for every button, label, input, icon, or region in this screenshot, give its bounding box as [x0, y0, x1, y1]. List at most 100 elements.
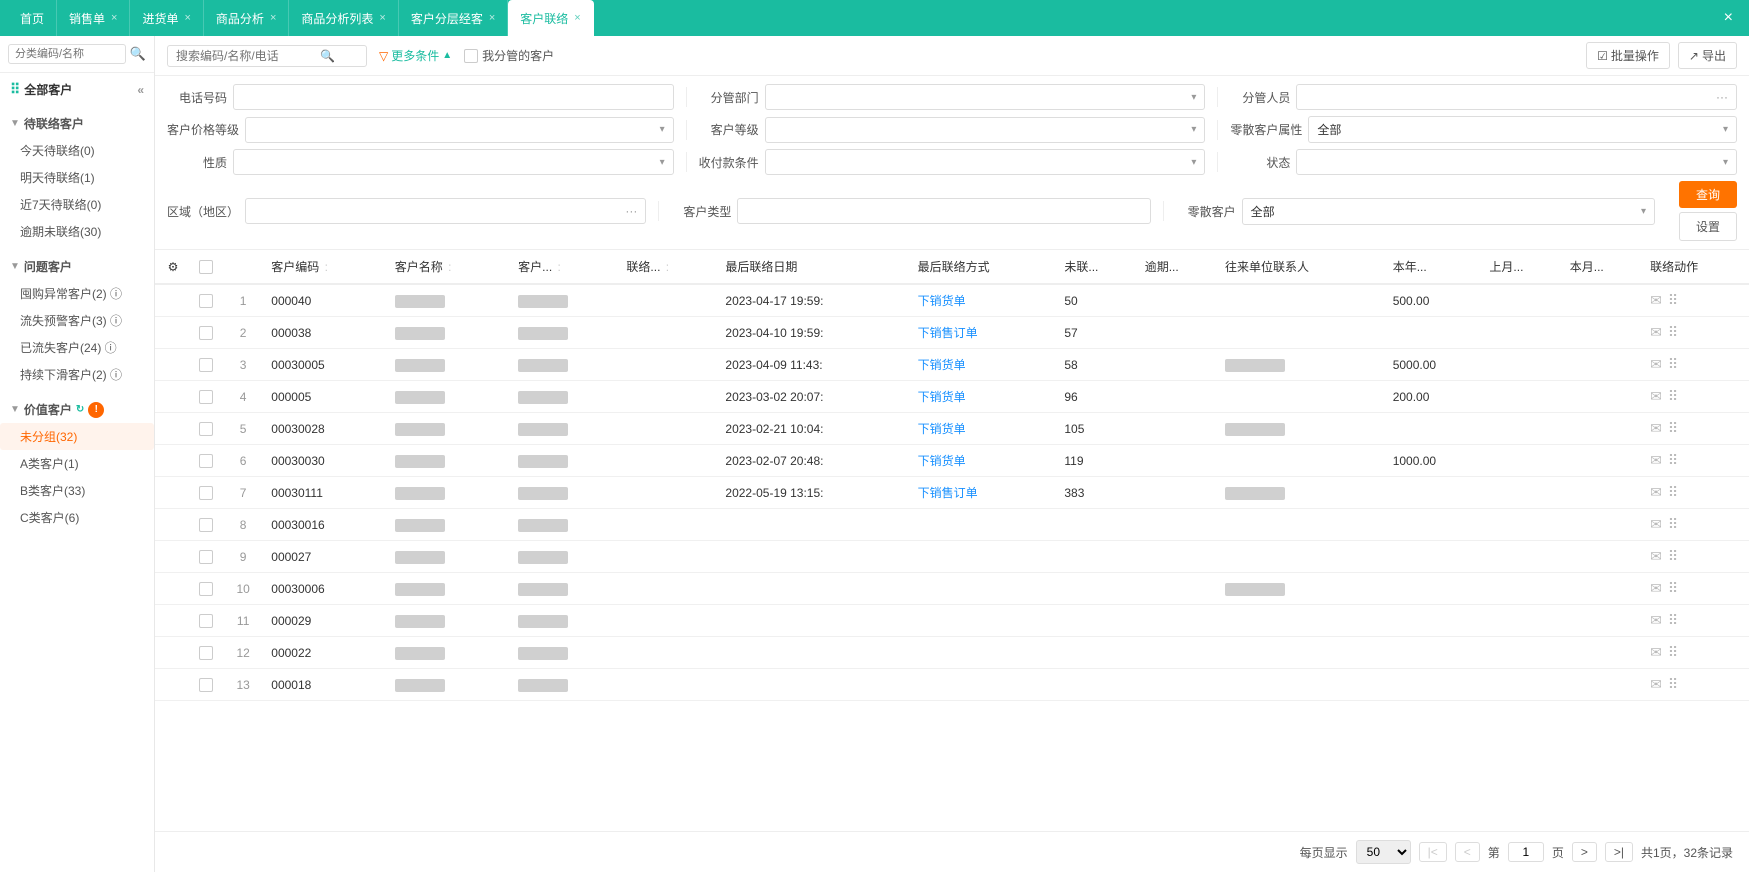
- select-person[interactable]: ···: [1296, 84, 1737, 110]
- grid-action-icon[interactable]: ⠿: [1668, 484, 1678, 501]
- col-check-cell[interactable]: [191, 317, 221, 349]
- grid-action-icon[interactable]: ⠿: [1668, 292, 1678, 309]
- sidebar-item-7days[interactable]: 近7天待联络(0): [0, 191, 154, 218]
- tab-close-icon[interactable]: ×: [111, 12, 117, 24]
- select-retail-customer[interactable]: 全部 ▾: [1242, 198, 1655, 225]
- tab-product-analysis-list[interactable]: 商品分析列表 ×: [289, 0, 398, 36]
- my-customers-checkbox[interactable]: 我分管的客户: [464, 47, 554, 64]
- col-check-all[interactable]: [191, 250, 221, 284]
- col-last-contact-method-cell[interactable]: 下销货单: [912, 284, 1059, 317]
- sidebar-item-class-b[interactable]: B类客户(33): [0, 477, 154, 504]
- grid-action-icon[interactable]: ⠿: [1668, 356, 1678, 373]
- grid-action-icon[interactable]: ⠿: [1668, 420, 1678, 437]
- message-icon[interactable]: ✉: [1650, 452, 1662, 469]
- message-icon[interactable]: ✉: [1650, 580, 1662, 597]
- col-check-cell[interactable]: [191, 477, 221, 509]
- col-check-cell[interactable]: [191, 669, 221, 701]
- col-last-contact-method-cell[interactable]: [912, 541, 1059, 573]
- grid-action-icon[interactable]: ⠿: [1668, 548, 1678, 565]
- message-icon[interactable]: ✉: [1650, 324, 1662, 341]
- tab-customer-contact[interactable]: 客户联络 ×: [508, 0, 593, 36]
- refresh-icon[interactable]: ↻: [76, 404, 84, 415]
- select-region[interactable]: ···: [245, 198, 646, 224]
- col-check-cell[interactable]: [191, 573, 221, 605]
- group-value-customers[interactable]: ▼ 价值客户 ↻ !: [0, 396, 154, 423]
- sidebar-item-declining[interactable]: 持续下滑客户(2) ⓘ: [0, 361, 154, 388]
- col-check-cell[interactable]: [191, 381, 221, 413]
- page-input[interactable]: [1508, 842, 1544, 862]
- next-page-button[interactable]: >: [1572, 842, 1597, 862]
- grid-action-icon[interactable]: ⠿: [1668, 324, 1678, 341]
- tab-close-icon[interactable]: ×: [184, 12, 190, 24]
- input-phone[interactable]: [233, 84, 674, 110]
- tab-customer-segment[interactable]: 客户分层经客 ×: [399, 0, 508, 36]
- sidebar-search-icon[interactable]: 🔍: [130, 46, 146, 62]
- col-associated-contact-header[interactable]: 往来单位联系人: [1219, 250, 1387, 284]
- message-icon[interactable]: ✉: [1650, 676, 1662, 693]
- tab-close-icon[interactable]: ×: [270, 12, 276, 24]
- col-this-month-header[interactable]: 本月...: [1564, 250, 1644, 284]
- col-overdue-header[interactable]: 逾期...: [1139, 250, 1219, 284]
- per-page-select[interactable]: 50 100: [1356, 840, 1411, 864]
- sidebar-item-churn-warning[interactable]: 流失预警客户(3) ⓘ: [0, 307, 154, 334]
- grid-action-icon[interactable]: ⠿: [1668, 516, 1678, 533]
- col-last-contact-method-cell[interactable]: 下销货单: [912, 349, 1059, 381]
- message-icon[interactable]: ✉: [1650, 356, 1662, 373]
- batch-operation-button[interactable]: ☑ 批量操作: [1586, 42, 1670, 69]
- col-last-contact-method-cell[interactable]: 下销售订单: [912, 317, 1059, 349]
- message-icon[interactable]: ✉: [1650, 388, 1662, 405]
- col-last-contact-method-cell[interactable]: [912, 669, 1059, 701]
- col-code-header[interactable]: 客户编码 :: [265, 250, 388, 284]
- sidebar-item-tomorrow[interactable]: 明天待联络(1): [0, 164, 154, 191]
- col-last-contact-date-header[interactable]: 最后联络日期: [719, 250, 911, 284]
- col-no-contact-header[interactable]: 未联...: [1058, 250, 1138, 284]
- message-icon[interactable]: ✉: [1650, 644, 1662, 661]
- col-last-contact-method-cell[interactable]: [912, 605, 1059, 637]
- col-check-cell[interactable]: [191, 284, 221, 317]
- col-last-contact-method-cell[interactable]: [912, 573, 1059, 605]
- col-check-cell[interactable]: [191, 413, 221, 445]
- message-icon[interactable]: ✉: [1650, 548, 1662, 565]
- col-last-contact-method-cell[interactable]: 下销货单: [912, 381, 1059, 413]
- tab-product-analysis[interactable]: 商品分析 ×: [204, 0, 289, 36]
- col-category-header[interactable]: 客户... :: [512, 250, 620, 284]
- select-customer-level[interactable]: ▾: [765, 117, 1206, 143]
- sidebar-item-unclassified[interactable]: 未分组(32): [0, 423, 154, 450]
- tab-purchase-order[interactable]: 进货单 ×: [130, 0, 203, 36]
- tab-close-icon[interactable]: ×: [574, 12, 580, 24]
- message-icon[interactable]: ✉: [1650, 292, 1662, 309]
- select-nature[interactable]: ▾: [233, 149, 674, 175]
- checkbox-icon[interactable]: [464, 49, 478, 63]
- tab-home[interactable]: 首页: [8, 0, 57, 36]
- col-check-cell[interactable]: [191, 637, 221, 669]
- reset-button[interactable]: 设置: [1679, 212, 1737, 241]
- grid-action-icon[interactable]: ⠿: [1668, 388, 1678, 405]
- message-icon[interactable]: ✉: [1650, 484, 1662, 501]
- first-page-button[interactable]: |<: [1419, 842, 1447, 862]
- sidebar-item-overdue[interactable]: 逾期未联络(30): [0, 218, 154, 245]
- sidebar-item-class-a[interactable]: A类客户(1): [0, 450, 154, 477]
- last-page-button[interactable]: >|: [1605, 842, 1633, 862]
- col-check-cell[interactable]: [191, 541, 221, 573]
- input-customer-type[interactable]: [737, 198, 1150, 224]
- search-icon[interactable]: 🔍: [320, 49, 335, 63]
- sidebar-all-customers[interactable]: ⠿ 全部客户 «: [0, 73, 154, 106]
- sidebar-item-today[interactable]: 今天待联络(0): [0, 137, 154, 164]
- select-payment[interactable]: ▾: [765, 149, 1206, 175]
- col-last-contact-method-cell[interactable]: [912, 509, 1059, 541]
- tab-sales-order[interactable]: 销售单 ×: [57, 0, 130, 36]
- col-last-month-header[interactable]: 上月...: [1483, 250, 1563, 284]
- prev-page-button[interactable]: <: [1455, 842, 1480, 862]
- grid-action-icon[interactable]: ⠿: [1668, 644, 1678, 661]
- grid-action-icon[interactable]: ⠿: [1668, 676, 1678, 693]
- more-conditions-toggle[interactable]: ▽ 更多条件 ▲: [379, 47, 452, 64]
- select-retail-attr[interactable]: 全部 ▾: [1308, 116, 1737, 143]
- col-check-cell[interactable]: [191, 445, 221, 477]
- sidebar-search-input[interactable]: [8, 44, 126, 64]
- message-icon[interactable]: ✉: [1650, 420, 1662, 437]
- select-status[interactable]: ▾: [1296, 149, 1737, 175]
- col-this-year-header[interactable]: 本年...: [1387, 250, 1484, 284]
- sidebar-item-churned[interactable]: 已流失客户(24) ⓘ: [0, 334, 154, 361]
- col-last-contact-method-cell[interactable]: 下销货单: [912, 413, 1059, 445]
- export-button[interactable]: ↗ 导出: [1678, 42, 1737, 69]
